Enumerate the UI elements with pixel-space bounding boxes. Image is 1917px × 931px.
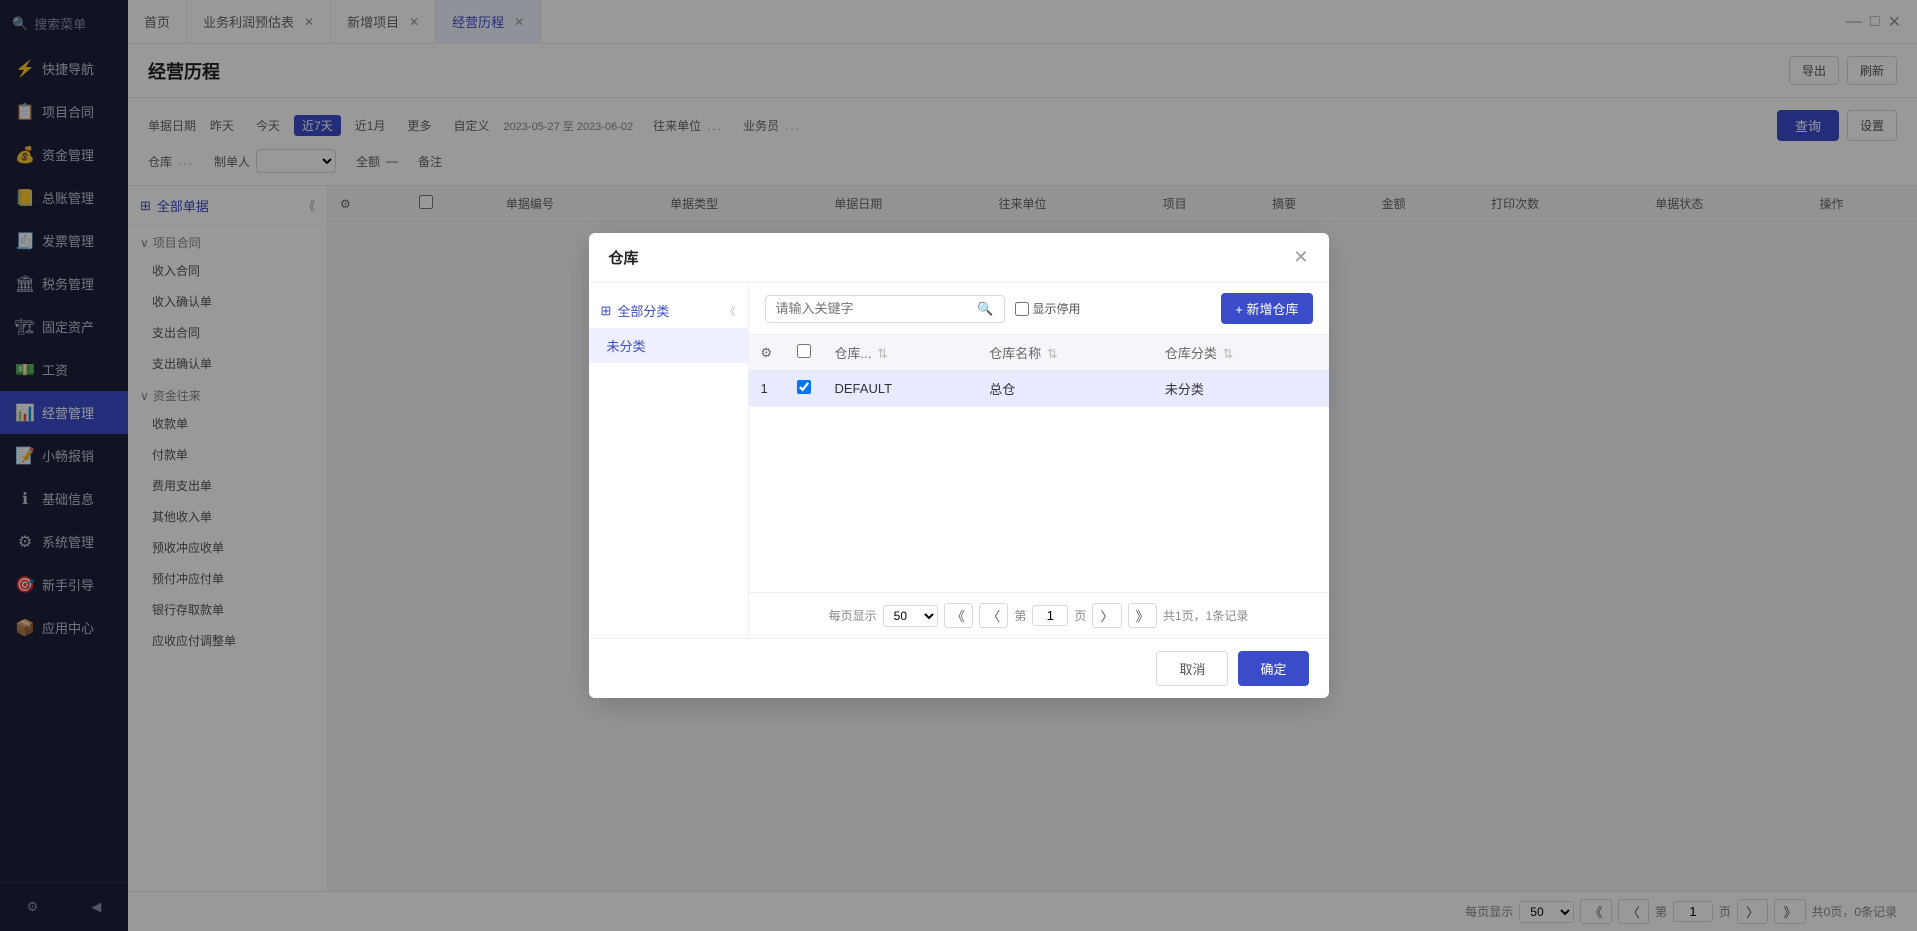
modal-all-label: 全部分类 (617, 301, 669, 320)
modal-per-page-label: 每页显示 (829, 607, 877, 624)
sort-icon-category[interactable]: ⇅ (1223, 346, 1234, 361)
modal-search-icon[interactable]: 🔍 (977, 301, 993, 317)
modal-next-page[interactable]: 〉 (1092, 603, 1121, 628)
modal-col-name: 仓库名称 ⇅ (977, 335, 1153, 371)
modal-right-panel: 🔍 显示停用 + 新增仓库 ⚙ (749, 283, 1329, 638)
row-category: 未分类 (1153, 371, 1329, 407)
modal-total-label: 共1页，1条记录 (1163, 607, 1248, 624)
col-name-label: 仓库名称 (989, 346, 1041, 361)
modal-pagination: 每页显示 50 100 《 〈 第 页 〉 》 共1页，1条记录 (749, 592, 1329, 638)
modal-overlay: 仓库 ✕ ⊞ 全部分类 《 未分类 (0, 0, 1917, 931)
modal-prev-page[interactable]: 〈 (979, 603, 1008, 628)
modal-cancel-button[interactable]: 取消 (1156, 651, 1228, 686)
modal-col-settings: ⚙ (749, 335, 785, 371)
show-disabled-checkbox[interactable] (1015, 302, 1029, 316)
modal-confirm-button[interactable]: 确定 (1238, 651, 1308, 686)
grid-icon-modal: ⊞ (601, 303, 612, 319)
add-warehouse-button[interactable]: + 新增仓库 (1221, 293, 1312, 324)
modal-per-page-select[interactable]: 50 100 (883, 605, 938, 627)
modal-title: 仓库 (609, 247, 639, 268)
row-index: 1 (749, 371, 785, 407)
modal-left-scroll: 未分类 (589, 328, 748, 628)
show-disabled-label: 显示停用 (1033, 300, 1081, 317)
modal-action-bar: 取消 确定 (589, 638, 1329, 698)
col-code-label: 仓库... (835, 346, 872, 361)
modal-toolbar: 🔍 显示停用 + 新增仓库 (749, 283, 1329, 335)
warehouse-modal: 仓库 ✕ ⊞ 全部分类 《 未分类 (589, 233, 1329, 698)
modal-page-label: 第 (1014, 607, 1026, 624)
modal-page-input[interactable] (1032, 605, 1068, 626)
modal-category-label: 未分类 (607, 339, 646, 354)
modal-collapse-icon[interactable]: 《 (725, 303, 736, 319)
row-checkbox-cell[interactable] (785, 371, 823, 407)
modal-category-unclassified[interactable]: 未分类 (589, 328, 748, 363)
sort-icon-code[interactable]: ⇅ (877, 346, 888, 361)
modal-select-all[interactable] (797, 344, 811, 358)
col-category-label: 仓库分类 (1165, 346, 1217, 361)
row-name: 总仓 (977, 371, 1153, 407)
modal-close-btn[interactable]: ✕ (1293, 247, 1308, 268)
row-code: DEFAULT (823, 371, 978, 407)
modal-body: ⊞ 全部分类 《 未分类 🔍 (589, 283, 1329, 638)
table-row[interactable]: 1 DEFAULT 总仓 未分类 (749, 371, 1329, 407)
modal-last-page[interactable]: 》 (1128, 603, 1157, 628)
modal-left-panel: ⊞ 全部分类 《 未分类 (589, 283, 749, 638)
modal-warehouse-table: ⚙ 仓库... ⇅ 仓库名称 ⇅ (749, 335, 1329, 407)
modal-search-input[interactable] (776, 301, 972, 316)
modal-first-page[interactable]: 《 (944, 603, 973, 628)
modal-search-box[interactable]: 🔍 (765, 295, 1005, 323)
modal-col-code: 仓库... ⇅ (823, 335, 978, 371)
modal-col-category: 仓库分类 ⇅ (1153, 335, 1329, 371)
sort-icon-name[interactable]: ⇅ (1047, 346, 1058, 361)
modal-table-wrap: ⚙ 仓库... ⇅ 仓库名称 ⇅ (749, 335, 1329, 592)
modal-col-checkbox[interactable] (785, 335, 823, 371)
modal-page-unit: 页 (1074, 607, 1086, 624)
modal-header: 仓库 ✕ (589, 233, 1329, 283)
modal-all-categories[interactable]: ⊞ 全部分类 《 (589, 293, 748, 328)
gear-icon-modal[interactable]: ⚙ (761, 345, 773, 360)
row-checkbox[interactable] (797, 380, 811, 394)
show-disabled-checkbox-label[interactable]: 显示停用 (1015, 300, 1081, 317)
